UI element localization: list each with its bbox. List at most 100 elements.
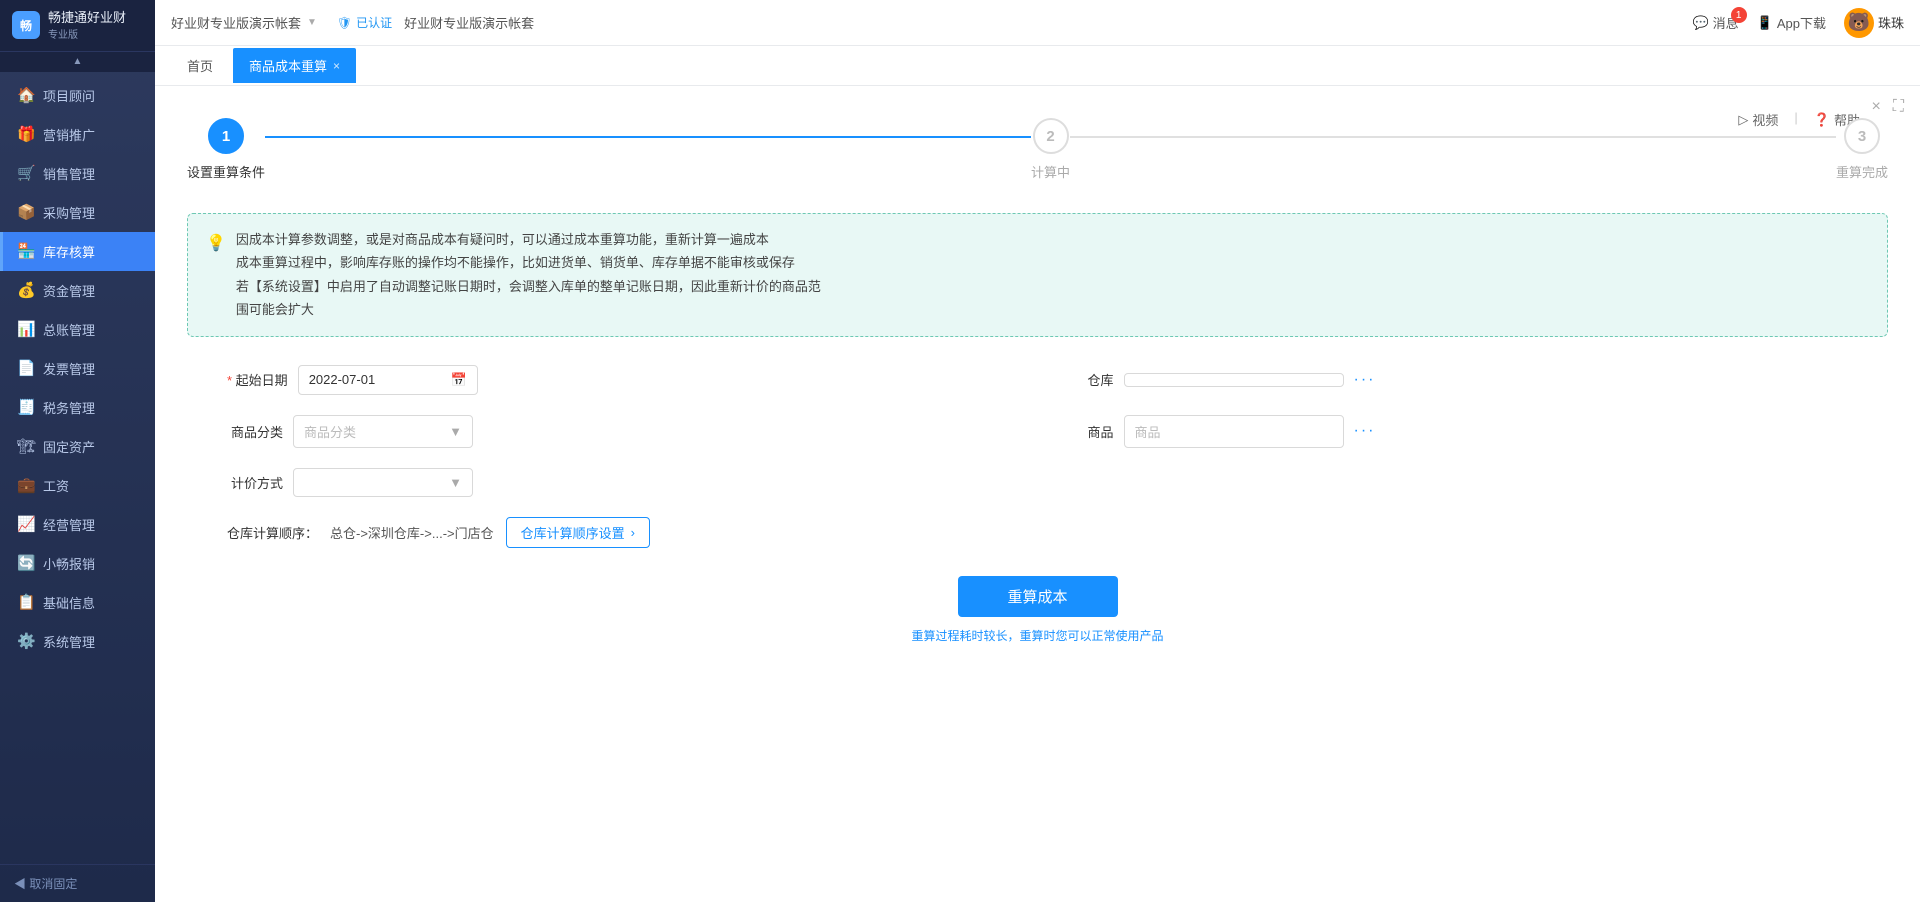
pricing-field: 计价方式 ▼ bbox=[227, 468, 1018, 497]
avatar: 🐻 bbox=[1844, 8, 1874, 38]
sidebar-item-label: 经营管理 bbox=[43, 515, 95, 534]
step-line-1 bbox=[1070, 136, 1836, 138]
sidebar-item-sales[interactable]: 🛒 销售管理 bbox=[0, 154, 155, 193]
pricing-label: 计价方式 bbox=[227, 473, 283, 492]
sidebar-item-label: 项目顾问 bbox=[43, 86, 95, 105]
message-badge: 1 bbox=[1731, 7, 1747, 23]
sidebar-item-accounting[interactable]: 📊总账管理 bbox=[0, 310, 155, 349]
expand-icon[interactable]: ⛶ bbox=[1893, 98, 1904, 116]
topbar-app-download-btn[interactable]: 📱 App下载 bbox=[1757, 13, 1826, 32]
nav-icon-invoice: 📄 bbox=[17, 359, 35, 377]
sidebar: 畅 畅捷通好业财 专业版 ▲ 🏠项目顾问 🎁 营销推广 🛒 销售管理 📦采购管理🏪库存核算… bbox=[0, 0, 155, 902]
nav-icon-marketing: 🎁 bbox=[17, 125, 35, 143]
sidebar-item-marketing[interactable]: 🎁 营销推广 bbox=[0, 115, 155, 154]
warehouse-label: 仓库 bbox=[1058, 370, 1114, 389]
sidebar-item-inventory[interactable]: 🏪库存核算 bbox=[0, 232, 155, 271]
sidebar-nav: 🏠项目顾问 🎁 营销推广 🛒 销售管理 📦采购管理🏪库存核算 💰 资金管理 📊总账管理 📄 发票管理… bbox=[0, 72, 155, 864]
category-select[interactable]: 商品分类 ▼ bbox=[293, 415, 473, 448]
nav-icon-sales: 🛒 bbox=[17, 164, 35, 182]
product-input[interactable]: 商品 bbox=[1124, 415, 1344, 448]
sidebar-item-invoice[interactable]: 📄 发票管理 bbox=[0, 349, 155, 388]
warehouse-input[interactable] bbox=[1124, 373, 1344, 387]
pricing-select[interactable]: ▼ bbox=[293, 468, 473, 497]
content-wrapper: × ⛶ ▷ 视频 | ❓ 帮助 1设置重算条件2计算中3重算完成 💡 bbox=[155, 86, 1920, 902]
tab-home[interactable]: 首页 bbox=[171, 48, 229, 83]
product-more-btn[interactable]: ··· bbox=[1354, 422, 1376, 440]
nav-icon-salary: 💼 bbox=[17, 476, 35, 494]
sidebar-item-label: 工资 bbox=[43, 476, 69, 495]
topbar-account-name: 好业财专业版演示帐套 bbox=[171, 13, 301, 32]
sidebar-item-label: 采购管理 bbox=[43, 203, 95, 222]
sidebar-item-expense[interactable]: 🔄小畅报销 bbox=[0, 544, 155, 583]
warehouse-order-value: 总仓->深圳仓库->...->门店仓 bbox=[330, 523, 494, 542]
sidebar-item-operations[interactable]: 📈 经营管理 bbox=[0, 505, 155, 544]
warehouse-order-label: 仓库计算顺序： bbox=[227, 523, 318, 542]
sidebar-item-salary[interactable]: 💼 工资 bbox=[0, 466, 155, 505]
topbar-chevron-icon: ▼ bbox=[307, 17, 317, 28]
sidebar-item-tax[interactable]: 🧾 税务管理 bbox=[0, 388, 155, 427]
warehouse-field: 仓库 ··· bbox=[1058, 370, 1849, 389]
category-label: 商品分类 bbox=[227, 422, 283, 441]
step-0: 1设置重算条件 bbox=[187, 118, 265, 181]
step-indicator: 1设置重算条件2计算中3重算完成 bbox=[187, 110, 1888, 181]
chevron-down-icon: ▼ bbox=[449, 424, 462, 439]
nav-icon-finance: 💰 bbox=[17, 281, 35, 299]
main-area: 好业财专业版演示帐套 ▼ 🛡 已认证 好业财专业版演示帐套 💬 消息 1 📱 A… bbox=[155, 0, 1920, 902]
sidebar-item-label: 固定资产 bbox=[43, 437, 95, 456]
nav-icon-accounting: 📊 bbox=[17, 320, 35, 338]
sidebar-item-label: 营销推广 bbox=[43, 125, 95, 144]
sidebar-logo: 畅 bbox=[12, 11, 40, 39]
product-label: 商品 bbox=[1058, 422, 1114, 441]
calendar-icon[interactable]: 📅 bbox=[451, 372, 467, 388]
step-2: 3 重算完成 bbox=[1836, 118, 1888, 181]
sidebar-item-label: 系统管理 bbox=[43, 632, 95, 651]
warehouse-more-btn[interactable]: ··· bbox=[1354, 371, 1376, 389]
step-circle-1: 2 bbox=[1033, 118, 1069, 154]
submit-btn[interactable]: 重算成本 bbox=[958, 576, 1118, 617]
nav-icon-tax: 🧾 bbox=[17, 398, 35, 416]
topbar-account[interactable]: 好业财专业版演示帐套 ▼ bbox=[171, 13, 317, 32]
sidebar-item-label: 税务管理 bbox=[43, 398, 95, 417]
submit-area: 重算成本 重算过程耗时较长，重算时您可以正常使用产品 bbox=[227, 576, 1848, 644]
product-field: 商品 商品 ··· bbox=[1058, 415, 1849, 448]
sidebar-item-label: 库存核算 bbox=[43, 242, 95, 261]
step-line-0 bbox=[265, 136, 1031, 138]
sidebar-item-label: 资金管理 bbox=[43, 281, 95, 300]
sidebar-item-label: 销售管理 bbox=[43, 164, 95, 183]
sidebar-scroll-up[interactable]: ▲ bbox=[0, 52, 155, 72]
topbar-actions: 💬 消息 1 📱 App下载 🐻 珠珠 bbox=[1692, 8, 1904, 38]
bulb-icon: 💡 bbox=[206, 230, 226, 322]
sidebar-item-system[interactable]: ⚙️系统管理 bbox=[0, 622, 155, 661]
sidebar-item-label: 发票管理 bbox=[43, 359, 95, 378]
info-line-2: 成本重算过程中，影响库存账的操作均不能操作，比如进货单、销货单、库存单据不能审核… bbox=[236, 251, 821, 274]
topbar-user[interactable]: 🐻 珠珠 bbox=[1844, 8, 1904, 38]
step-circle-2: 3 bbox=[1844, 118, 1880, 154]
warehouse-order-row: 仓库计算顺序： 总仓->深圳仓库->...->门店仓 仓库计算顺序设置 › bbox=[227, 517, 1848, 548]
sidebar-item-assets[interactable]: 🏗固定资产 bbox=[0, 427, 155, 466]
tab-recalc[interactable]: 商品成本重算× bbox=[233, 48, 356, 83]
step-label-2: 重算完成 bbox=[1836, 162, 1888, 181]
start-date-input[interactable]: 2022-07-01 📅 bbox=[298, 365, 478, 395]
sidebar-item-label: 基础信息 bbox=[43, 593, 95, 612]
info-box: 💡 因成本计算参数调整，或是对商品成本有疑问时，可以通过成本重算功能，重新计算一… bbox=[187, 213, 1888, 337]
form-row-3: 计价方式 ▼ bbox=[227, 468, 1848, 497]
info-line-4: 围可能会扩大 bbox=[236, 298, 821, 321]
sidebar-header: 畅 畅捷通好业财 专业版 bbox=[0, 0, 155, 52]
tabs-bar: 首页商品成本重算× bbox=[155, 46, 1920, 86]
form-row-1: 起始日期 2022-07-01 📅 仓库 ··· bbox=[227, 365, 1848, 395]
warehouse-order-settings-btn[interactable]: 仓库计算顺序设置 › bbox=[506, 517, 650, 548]
nav-icon-operations: 📈 bbox=[17, 515, 35, 533]
tab-close-icon[interactable]: × bbox=[333, 59, 340, 73]
sidebar-item-finance[interactable]: 💰 资金管理 bbox=[0, 271, 155, 310]
chevron-right-icon: › bbox=[631, 525, 635, 540]
sidebar-item-basic[interactable]: 📋基础信息 bbox=[0, 583, 155, 622]
sidebar-item-purchase[interactable]: 📦采购管理 bbox=[0, 193, 155, 232]
start-date-value: 2022-07-01 bbox=[309, 372, 443, 387]
sidebar-title: 畅捷通好业财 bbox=[48, 10, 126, 26]
sidebar-item-project[interactable]: 🏠项目顾问 bbox=[0, 76, 155, 115]
category-field: 商品分类 商品分类 ▼ bbox=[227, 415, 1018, 448]
sidebar-footer-unpin[interactable]: ◀ 取消固定 bbox=[0, 864, 155, 902]
start-date-field: 起始日期 2022-07-01 📅 bbox=[227, 365, 1018, 395]
topbar-message-btn[interactable]: 💬 消息 1 bbox=[1692, 13, 1738, 32]
form-section: 起始日期 2022-07-01 📅 仓库 ··· bbox=[187, 365, 1888, 644]
